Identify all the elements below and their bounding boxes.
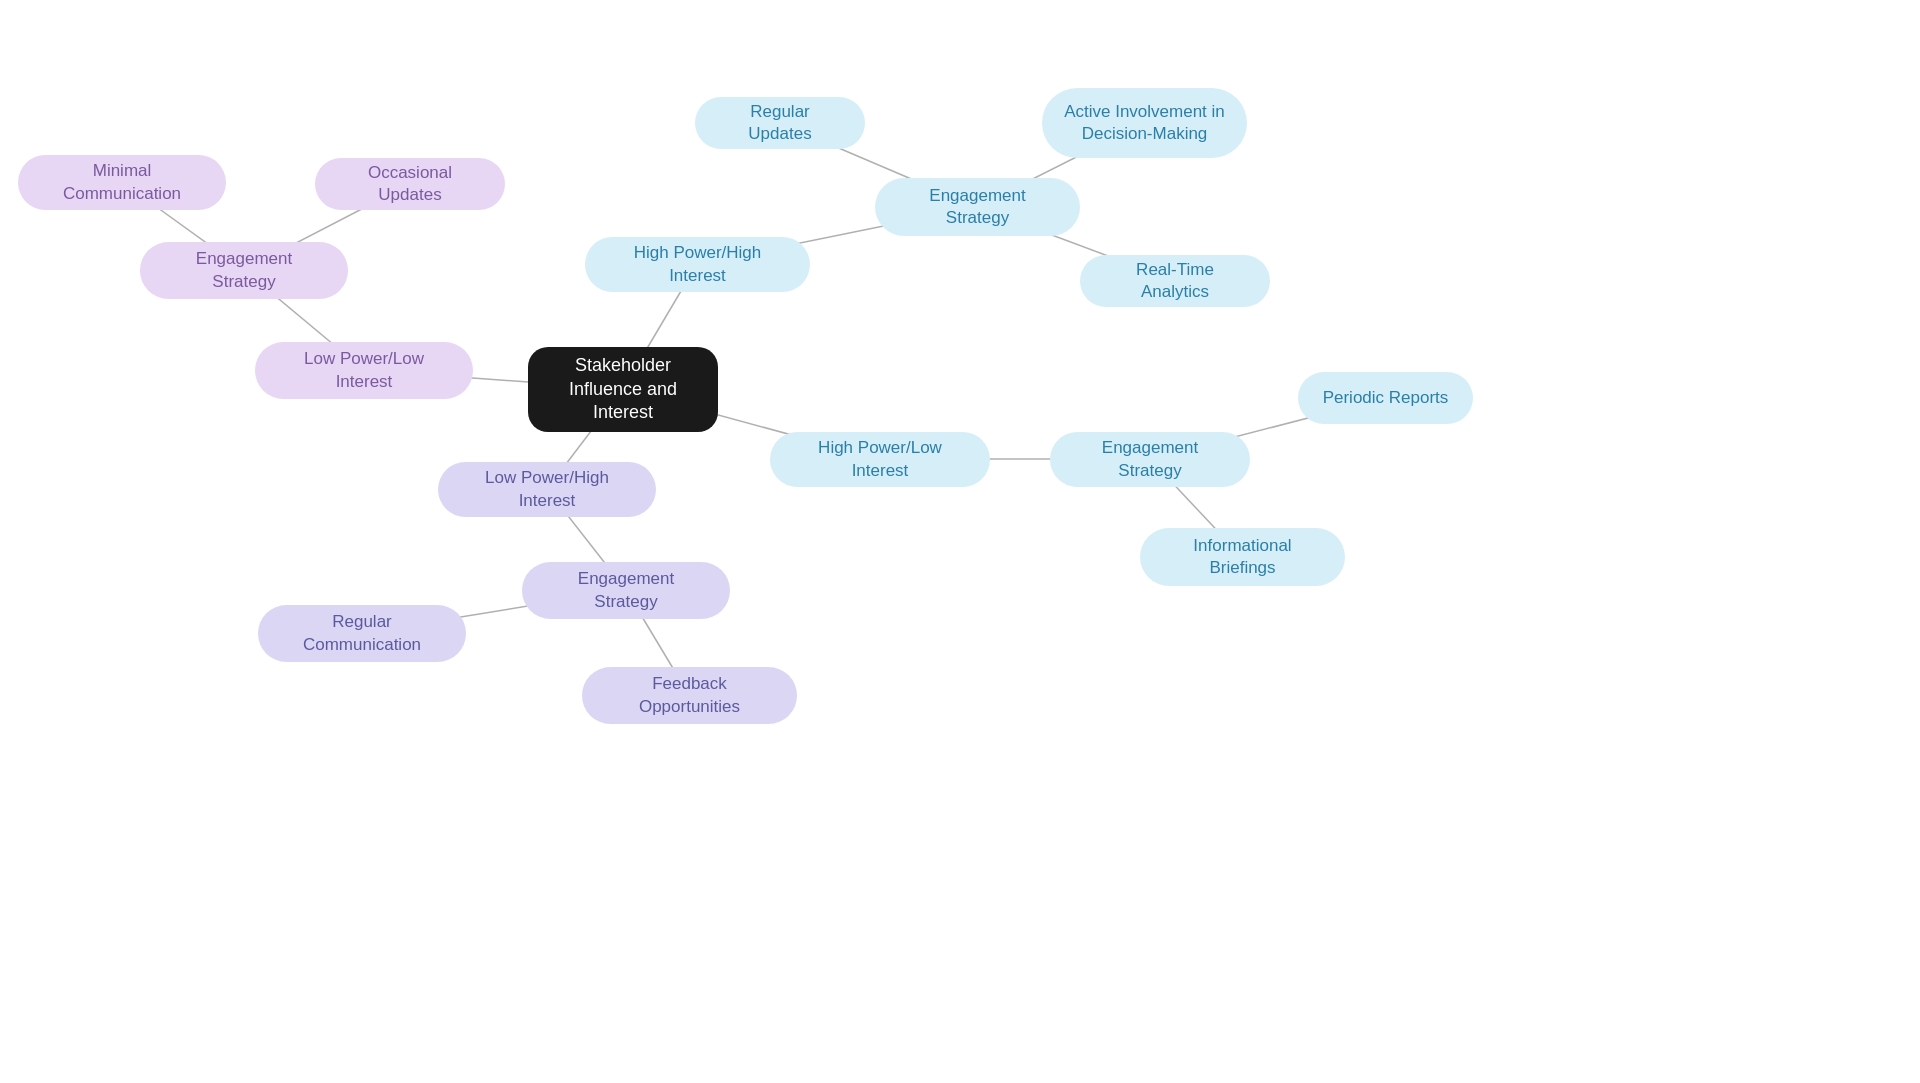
minimal-communication-label: Minimal Communication: [40, 160, 204, 204]
center-label: Stakeholder Influence and Interest: [550, 354, 696, 424]
occasional-updates-label: Occasional Updates: [337, 162, 483, 206]
hphi-label: High Power/High Interest: [607, 242, 788, 286]
active-involvement-label: Active Involvement in Decision-Making: [1064, 101, 1225, 145]
regular-communication-node[interactable]: Regular Communication: [258, 605, 466, 662]
lpli-label: Low Power/Low Interest: [277, 348, 451, 392]
real-time-analytics-node[interactable]: Real-Time Analytics: [1080, 255, 1270, 307]
es-purple-label: Engagement Strategy: [162, 248, 326, 292]
informational-briefings-node[interactable]: Informational Briefings: [1140, 528, 1345, 586]
engagement-strategy-lav-node[interactable]: Engagement Strategy: [522, 562, 730, 619]
es-blue2-label: Engagement Strategy: [1072, 437, 1228, 481]
minimal-communication-node[interactable]: Minimal Communication: [18, 155, 226, 210]
regular-updates-node[interactable]: Regular Updates: [695, 97, 865, 149]
feedback-opportunities-label: Feedback Opportunities: [604, 673, 775, 717]
low-power-high-interest-node[interactable]: Low Power/High Interest: [438, 462, 656, 517]
active-involvement-node[interactable]: Active Involvement in Decision-Making: [1042, 88, 1247, 158]
high-power-high-interest-node[interactable]: High Power/High Interest: [585, 237, 810, 292]
engagement-strategy-blue2-node[interactable]: Engagement Strategy: [1050, 432, 1250, 487]
regular-communication-label: Regular Communication: [280, 611, 444, 655]
lphi-label: Low Power/High Interest: [460, 467, 634, 511]
low-power-low-interest-node[interactable]: Low Power/Low Interest: [255, 342, 473, 399]
informational-briefings-label: Informational Briefings: [1162, 535, 1323, 579]
engagement-strategy-blue1-node[interactable]: Engagement Strategy: [875, 178, 1080, 236]
es-lav-label: Engagement Strategy: [544, 568, 708, 612]
real-time-analytics-label: Real-Time Analytics: [1102, 259, 1248, 303]
es-blue1-label: Engagement Strategy: [897, 185, 1058, 229]
feedback-opportunities-node[interactable]: Feedback Opportunities: [582, 667, 797, 724]
periodic-reports-node[interactable]: Periodic Reports: [1298, 372, 1473, 424]
engagement-strategy-purple-node[interactable]: Engagement Strategy: [140, 242, 348, 299]
periodic-reports-label: Periodic Reports: [1323, 387, 1449, 409]
occasional-updates-node[interactable]: Occasional Updates: [315, 158, 505, 210]
center-node[interactable]: Stakeholder Influence and Interest: [528, 347, 718, 432]
high-power-low-interest-node[interactable]: High Power/Low Interest: [770, 432, 990, 487]
regular-updates-label: Regular Updates: [717, 101, 843, 145]
hpli-label: High Power/Low Interest: [792, 437, 968, 481]
